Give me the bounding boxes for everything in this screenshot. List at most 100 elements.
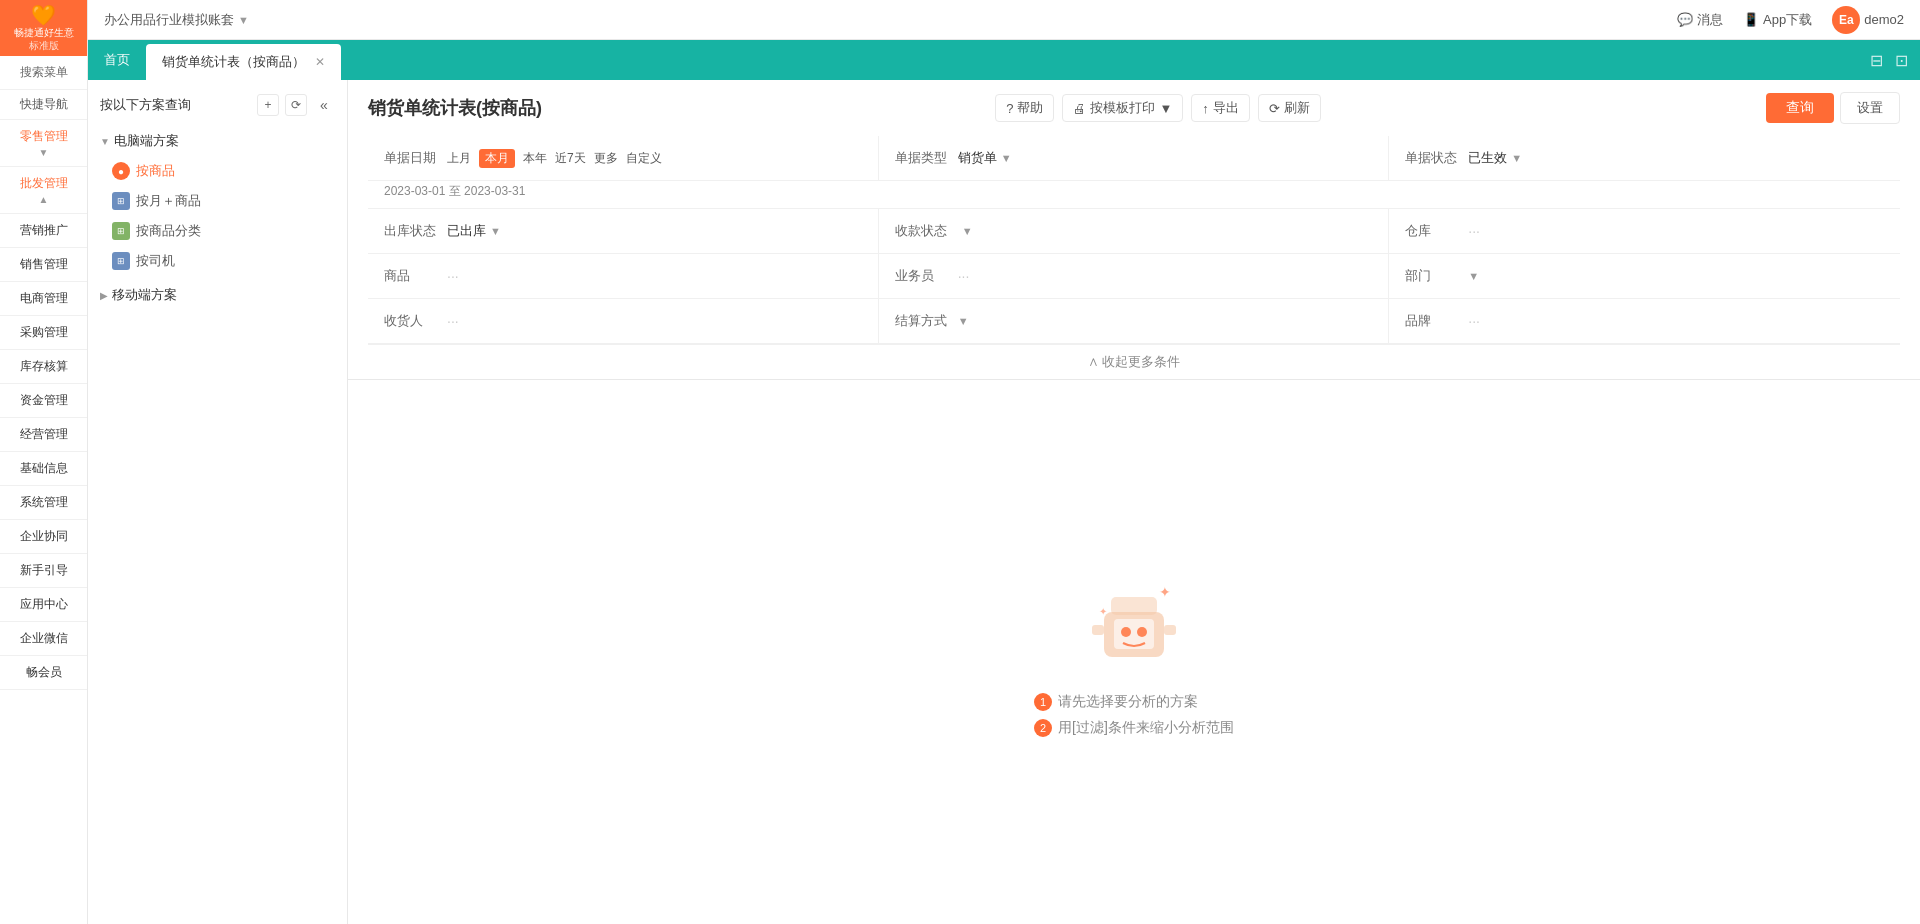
sidebar-item-basic[interactable]: 基础信息 bbox=[0, 452, 87, 486]
step-1-num: 1 bbox=[1034, 693, 1052, 711]
receiver-dots[interactable]: ··· bbox=[447, 313, 459, 329]
sidebar-item-ecommerce[interactable]: 电商管理 bbox=[0, 282, 87, 316]
scheme-item-by-category[interactable]: ⊞ 按商品分类 bbox=[88, 216, 347, 246]
svg-rect-6 bbox=[1111, 597, 1157, 615]
sidebar-item-wholesale-label: 批发管理 bbox=[20, 175, 68, 192]
dept-dropdown-arrow[interactable]: ▼ bbox=[1468, 270, 1479, 282]
empty-step-1: 1 请先选择要分析的方案 bbox=[1034, 693, 1234, 711]
empty-illustration: ✦ ✦ bbox=[1079, 567, 1189, 677]
settlement-dropdown-arrow[interactable]: ▼ bbox=[958, 315, 969, 327]
add-scheme-btn[interactable]: + bbox=[257, 94, 279, 116]
collapse-more-btn[interactable]: ∧ 收起更多条件 bbox=[368, 344, 1900, 379]
scheme-item-by-month-product[interactable]: ⊞ 按月＋商品 bbox=[88, 186, 347, 216]
type-dropdown-arrow[interactable]: ▼ bbox=[1001, 152, 1012, 164]
payment-status-dropdown-arrow[interactable]: ▼ bbox=[962, 225, 973, 237]
sidebar-item-purchase[interactable]: 采购管理 bbox=[0, 316, 87, 350]
empty-step-1-text: 请先选择要分析的方案 bbox=[1058, 693, 1198, 711]
brand-dots[interactable]: ··· bbox=[1468, 313, 1480, 329]
logo-subtitle: 标准版 bbox=[29, 39, 59, 53]
page-title-row: 销货单统计表(按商品) ? 帮助 🖨 按模板打印 ▼ ↑ bbox=[368, 92, 1900, 124]
scheme-item-by-cashier[interactable]: ⊞ 按司机 bbox=[88, 246, 347, 276]
print-btn[interactable]: 🖨 按模板打印 ▼ bbox=[1062, 94, 1183, 122]
date-range-display: 2023-03-01 至 2023-03-31 bbox=[384, 184, 525, 198]
salesperson-dots[interactable]: ··· bbox=[958, 268, 970, 284]
by-cashier-icon: ⊞ bbox=[112, 252, 130, 270]
this-month-btn[interactable]: 本月 bbox=[479, 149, 515, 168]
sidebar-item-operations[interactable]: 经营管理 bbox=[0, 418, 87, 452]
sidebar-search[interactable]: 搜索菜单 bbox=[0, 56, 87, 90]
export-btn[interactable]: ↑ 导出 bbox=[1191, 94, 1250, 122]
sidebar-item-sales[interactable]: 销售管理 bbox=[0, 248, 87, 282]
sidebar-item-system[interactable]: 系统管理 bbox=[0, 486, 87, 520]
sidebar-item-sales-label: 销售管理 bbox=[20, 256, 68, 273]
last7days-btn[interactable]: 近7天 bbox=[555, 150, 586, 167]
svg-rect-5 bbox=[1164, 625, 1176, 635]
sidebar-item-basic-label: 基础信息 bbox=[20, 460, 68, 477]
sidebar-item-coop[interactable]: 企业协同 bbox=[0, 520, 87, 554]
scheme-group-desktop: ▼ 电脑端方案 ● 按商品 ⊞ 按月＋商品 ⊞ 按商品分类 ⊞ 按司机 bbox=[88, 122, 347, 280]
sidebar-item-marketing[interactable]: 营销推广 bbox=[0, 214, 87, 248]
scheme-item-by-product[interactable]: ● 按商品 bbox=[88, 156, 347, 186]
sidebar: 🧡 畅捷通好生意 标准版 搜索菜单 快捷导航 零售管理 ▼ 批发管理 ▲ 营销推… bbox=[0, 0, 88, 924]
sidebar-item-guide[interactable]: 新手引导 bbox=[0, 554, 87, 588]
sidebar-item-finance[interactable]: 资金管理 bbox=[0, 384, 87, 418]
sidebar-item-member[interactable]: 畅会员 bbox=[0, 656, 87, 690]
sidebar-quick-nav[interactable]: 快捷导航 bbox=[0, 90, 87, 120]
product-dots[interactable]: ··· bbox=[447, 268, 459, 284]
sidebar-item-system-label: 系统管理 bbox=[20, 494, 68, 511]
chevron-right-icon: ▶ bbox=[100, 290, 108, 301]
app-download-btn[interactable]: 📱 App下载 bbox=[1743, 11, 1812, 29]
filter-cell-product: 商品 ··· bbox=[368, 254, 879, 298]
filter-cell-outbound: 出库状态 已出库 ▼ bbox=[368, 209, 879, 253]
app-download-icon: 📱 bbox=[1743, 12, 1759, 27]
message-btn[interactable]: 💬 消息 bbox=[1677, 11, 1723, 29]
outbound-dropdown-arrow[interactable]: ▼ bbox=[490, 225, 501, 237]
query-btn[interactable]: 查询 bbox=[1766, 93, 1834, 123]
tab-maximize-btn[interactable]: ⊡ bbox=[1891, 47, 1912, 74]
tab-home[interactable]: 首页 bbox=[88, 40, 146, 80]
sidebar-item-finance-label: 资金管理 bbox=[20, 392, 68, 409]
settings-btn[interactable]: 设置 bbox=[1840, 92, 1900, 124]
collapse-left-btn[interactable]: « bbox=[313, 94, 335, 116]
sidebar-item-wholesale[interactable]: 批发管理 ▲ bbox=[0, 167, 87, 214]
sidebar-item-retail[interactable]: 零售管理 ▼ bbox=[0, 120, 87, 167]
scheme-desktop-header[interactable]: ▼ 电脑端方案 bbox=[88, 126, 347, 156]
print-icon: 🖨 bbox=[1073, 101, 1086, 116]
user-info[interactable]: Ea demo2 bbox=[1832, 6, 1904, 34]
tab-bar-actions: ⊟ ⊡ bbox=[1866, 47, 1920, 74]
tab-sales-stat-close[interactable]: ✕ bbox=[315, 55, 325, 69]
left-panel: 按以下方案查询 + ⟳ « ▼ 电脑端方案 ● 按商品 ⊞ 按月＋ bbox=[88, 80, 348, 924]
app-logo: 🧡 畅捷通好生意 标准版 bbox=[0, 0, 87, 56]
status-dropdown-arrow[interactable]: ▼ bbox=[1511, 152, 1522, 164]
filter-warehouse-value: ··· bbox=[1468, 223, 1884, 239]
custom-date-btn[interactable]: 自定义 bbox=[626, 150, 662, 167]
more-dates-btn[interactable]: 更多 bbox=[594, 150, 618, 167]
refresh-scheme-btn[interactable]: ⟳ bbox=[285, 94, 307, 116]
tab-minimize-btn[interactable]: ⊟ bbox=[1866, 47, 1887, 74]
tab-home-label: 首页 bbox=[104, 51, 130, 69]
filter-type-value: 销货单 ▼ bbox=[958, 149, 1373, 167]
sidebar-item-inventory[interactable]: 库存核算 bbox=[0, 350, 87, 384]
scheme-mobile-header[interactable]: ▶ 移动端方案 bbox=[88, 280, 347, 310]
this-year-btn[interactable]: 本年 bbox=[523, 150, 547, 167]
warehouse-dots[interactable]: ··· bbox=[1468, 223, 1480, 239]
sidebar-item-wechat[interactable]: 企业微信 bbox=[0, 622, 87, 656]
step-2-num: 2 bbox=[1034, 719, 1052, 737]
filter-payment-status-value: ▼ bbox=[958, 225, 1373, 237]
filter-brand-value: ··· bbox=[1468, 313, 1884, 329]
help-btn[interactable]: ? 帮助 bbox=[995, 94, 1054, 122]
message-icon: 💬 bbox=[1677, 12, 1693, 27]
tab-bar: 首页 销货单统计表（按商品） ✕ ⊟ ⊡ bbox=[88, 40, 1920, 80]
scheme-mobile-label: 移动端方案 bbox=[112, 286, 177, 304]
sidebar-item-retail-label: 零售管理 bbox=[20, 128, 68, 145]
sidebar-item-app-center[interactable]: 应用中心 bbox=[0, 588, 87, 622]
last-month-btn[interactable]: 上月 bbox=[447, 150, 471, 167]
filter-payment-status-label: 收款状态 bbox=[895, 222, 950, 240]
tab-sales-stat[interactable]: 销货单统计表（按商品） ✕ bbox=[146, 44, 341, 80]
header-dropdown-arrow[interactable]: ▼ bbox=[238, 14, 249, 26]
filter-row-1: 单据日期 上月 本月 本年 近7天 更多 自定义 bbox=[368, 136, 1900, 181]
sidebar-item-wechat-label: 企业微信 bbox=[20, 630, 68, 647]
sidebar-item-operations-label: 经营管理 bbox=[20, 426, 68, 443]
refresh-btn[interactable]: ⟳ 刷新 bbox=[1258, 94, 1321, 122]
filter-cell-salesperson: 业务员 ··· bbox=[879, 254, 1390, 298]
